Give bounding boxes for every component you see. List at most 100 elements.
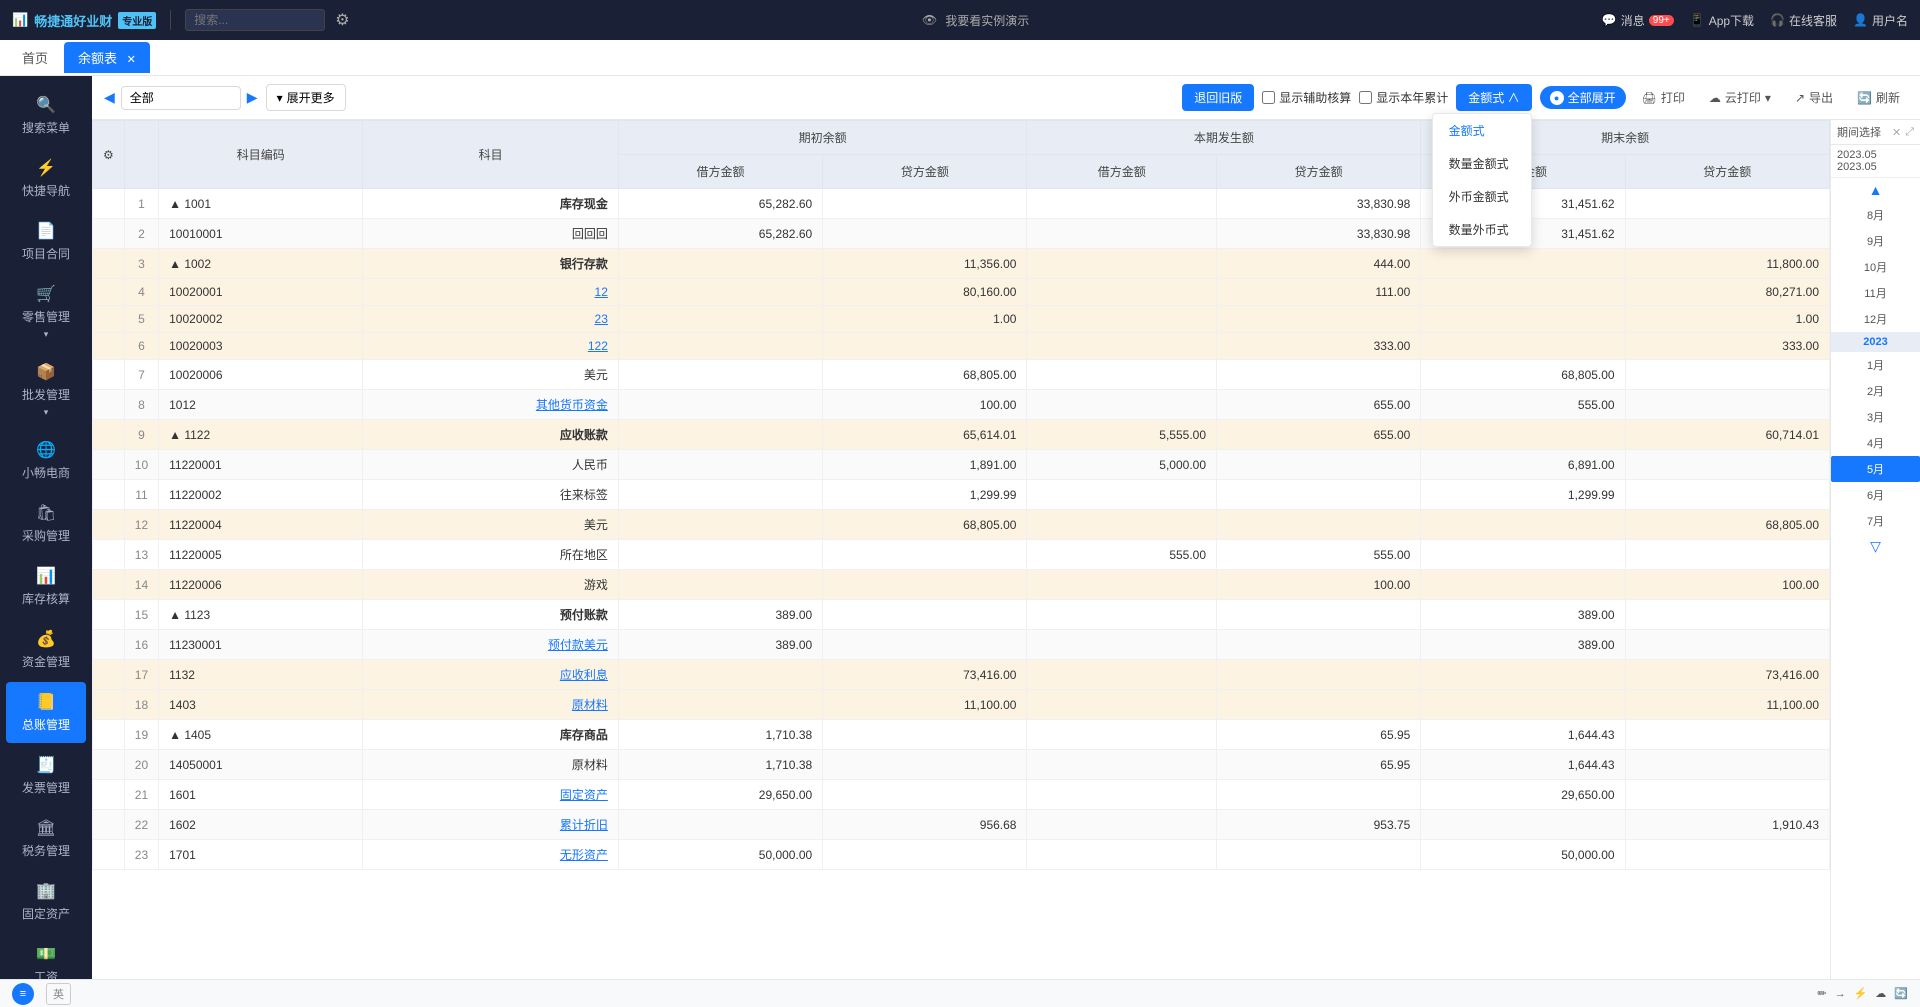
table-row: 20 14050001 原材料 1,710.38 65.95 1,644.43 [93,750,1830,780]
sidebar-item-assets[interactable]: 🏢 固定资产 [6,871,86,932]
sidebar-ledger-label: 总账管理 [22,716,70,733]
export-btn[interactable]: ↗ 导出 [1787,85,1841,110]
sidebar-item-ecom[interactable]: 🌐 小畅电商 [6,430,86,491]
td-name[interactable]: 122 [363,333,618,360]
sidebar-item-retail[interactable]: 🛒 零售管理 ▾ [6,274,86,350]
period-month-4[interactable]: 4月 [1831,430,1920,456]
bottom-round-btn[interactable]: ≡ [12,983,34,1005]
show-ytd-checkbox[interactable]: 显示本年累计 [1359,89,1448,106]
td-name[interactable]: 23 [363,306,618,333]
settings-icon[interactable]: ⚙ [335,10,349,30]
period-down-arrow[interactable]: ▽ [1831,534,1920,559]
show-assist-input[interactable] [1262,91,1275,104]
sidebar-item-salary[interactable]: 💵 工资 [6,934,86,979]
bottom-edit-icon[interactable]: ✏ [1817,987,1826,1000]
format-option-amount[interactable]: 金额式 [1433,114,1531,147]
tab-balance[interactable]: 余额表 ✕ [64,42,150,73]
account-link[interactable]: 无形资产 [560,848,608,862]
sidebar-item-wholesale[interactable]: 📦 批发管理 ▾ [6,352,86,428]
bottom-arrow-icon[interactable]: → [1835,988,1846,1000]
period-month-10[interactable]: 10月 [1831,254,1920,280]
period-month-5[interactable]: 5月 [1831,456,1920,482]
tab-home[interactable]: 首页 [8,42,62,73]
refresh-btn[interactable]: 🔄 刷新 [1849,85,1908,110]
lang-label[interactable]: 英 [46,983,71,1005]
demo-link[interactable]: 我要看实例演示 [945,12,1029,29]
bottom-cloud1-icon[interactable]: ⚡ [1854,987,1868,1000]
period-up-arrow[interactable]: ▲ [1831,178,1920,202]
table-row: 1 ▲ 1001 库存现金 65,282.60 33,830.98 31,451… [93,189,1830,219]
cloud-print-btn[interactable]: ☁ 云打印 ▾ [1701,85,1779,110]
period-month-8[interactable]: 8月 [1831,202,1920,228]
sidebar-item-search[interactable]: 🔍 搜索菜单 [6,85,86,146]
td-name[interactable]: 应收利息 [363,660,618,690]
td-name[interactable]: 12 [363,279,618,306]
td-period-credit: 33,830.98 [1217,219,1421,249]
sidebar-item-finance[interactable]: 💰 资金管理 [6,619,86,680]
period-month-11[interactable]: 11月 [1831,280,1920,306]
td-code: ▲ 1123 [159,600,363,630]
account-link[interactable]: 原材料 [572,698,608,712]
expand-all-toggle[interactable]: ● 全部展开 [1540,86,1626,109]
td-name[interactable]: 固定资产 [363,780,618,810]
account-link[interactable]: 12 [595,285,608,299]
td-name[interactable]: 无形资产 [363,840,618,870]
account-link[interactable]: 其他货币资金 [536,398,608,412]
format-dropdown-btn[interactable]: 金额式 ∧ [1456,84,1531,111]
period-expand-icon[interactable]: ⤢ [1905,126,1914,139]
td-period-credit [1217,630,1421,660]
td-open-debit: 65,282.60 [618,189,822,219]
sidebar-item-inventory[interactable]: 📊 库存核算 [6,556,86,617]
period-close-icon[interactable]: ✕ [1892,126,1901,139]
td-name[interactable]: 累计折旧 [363,810,618,840]
show-assist-checkbox[interactable]: 显示辅助核算 [1262,89,1351,106]
sidebar-item-ledger[interactable]: 📒 总账管理 [6,682,86,743]
messages-btn[interactable]: 💬 消息 99+ [1602,12,1674,29]
period-month-6[interactable]: 6月 [1831,482,1920,508]
show-ytd-input[interactable] [1359,91,1372,104]
period-month-12[interactable]: 12月 [1831,306,1920,332]
account-link[interactable]: 预付款美元 [548,638,608,652]
app-download-btn[interactable]: 📱 App下载 [1690,12,1754,29]
print-btn[interactable]: 🖨 打印 [1634,85,1693,110]
period-month-3[interactable]: 3月 [1831,404,1920,430]
period-month-7[interactable]: 7月 [1831,508,1920,534]
user-btn[interactable]: 👤 用户名 [1853,12,1908,29]
sidebar-item-contract[interactable]: 📄 项目合同 [6,211,86,272]
td-row-num: 1 [124,189,158,219]
th-settings[interactable]: ⚙ [93,121,125,189]
td-open-credit [823,780,1027,810]
td-close-credit [1625,450,1829,480]
td-open-debit [618,480,822,510]
format-option-foreign[interactable]: 外币金额式 [1433,180,1531,213]
account-link[interactable]: 122 [588,339,608,353]
format-option-qty-foreign[interactable]: 数量外币式 [1433,213,1531,246]
account-link[interactable]: 23 [595,312,608,326]
back-old-btn[interactable]: 退回旧版 [1182,84,1254,111]
online-service-btn[interactable]: 🎧 在线客服 [1770,12,1837,29]
td-name[interactable]: 预付款美元 [363,630,618,660]
expand-more-btn[interactable]: ▾ 展开更多 [266,84,346,111]
bottom-cloud2-icon[interactable]: ☁ [1875,987,1886,1000]
td-row-num: 21 [124,780,158,810]
account-link[interactable]: 固定资产 [560,788,608,802]
period-month-2[interactable]: 2月 [1831,378,1920,404]
sidebar-item-nav[interactable]: ⚡ 快捷导航 [6,148,86,209]
period-month-9[interactable]: 9月 [1831,228,1920,254]
account-link[interactable]: 累计折旧 [560,818,608,832]
forward-arrow-icon[interactable]: ▶ [247,89,258,106]
back-arrow-icon[interactable]: ◀ [104,89,115,106]
sidebar-item-invoice[interactable]: 🧾 发票管理 [6,745,86,806]
account-link[interactable]: 应收利息 [560,668,608,682]
sidebar-item-purchase[interactable]: 🛍 采购管理 [6,493,86,554]
tab-close-icon[interactable]: ✕ [127,54,136,66]
account-search-input[interactable] [121,86,241,110]
td-name[interactable]: 其他货币资金 [363,390,618,420]
td-name[interactable]: 原材料 [363,690,618,720]
sidebar-item-tax[interactable]: 🏛 税务管理 [6,808,86,869]
table-row: 13 11220005 所在地区 555.00 555.00 [93,540,1830,570]
top-search-input[interactable] [185,9,325,31]
period-month-1[interactable]: 1月 [1831,352,1920,378]
bottom-refresh-icon[interactable]: 🔄 [1894,987,1908,1000]
format-option-qty-amount[interactable]: 数量金额式 [1433,147,1531,180]
